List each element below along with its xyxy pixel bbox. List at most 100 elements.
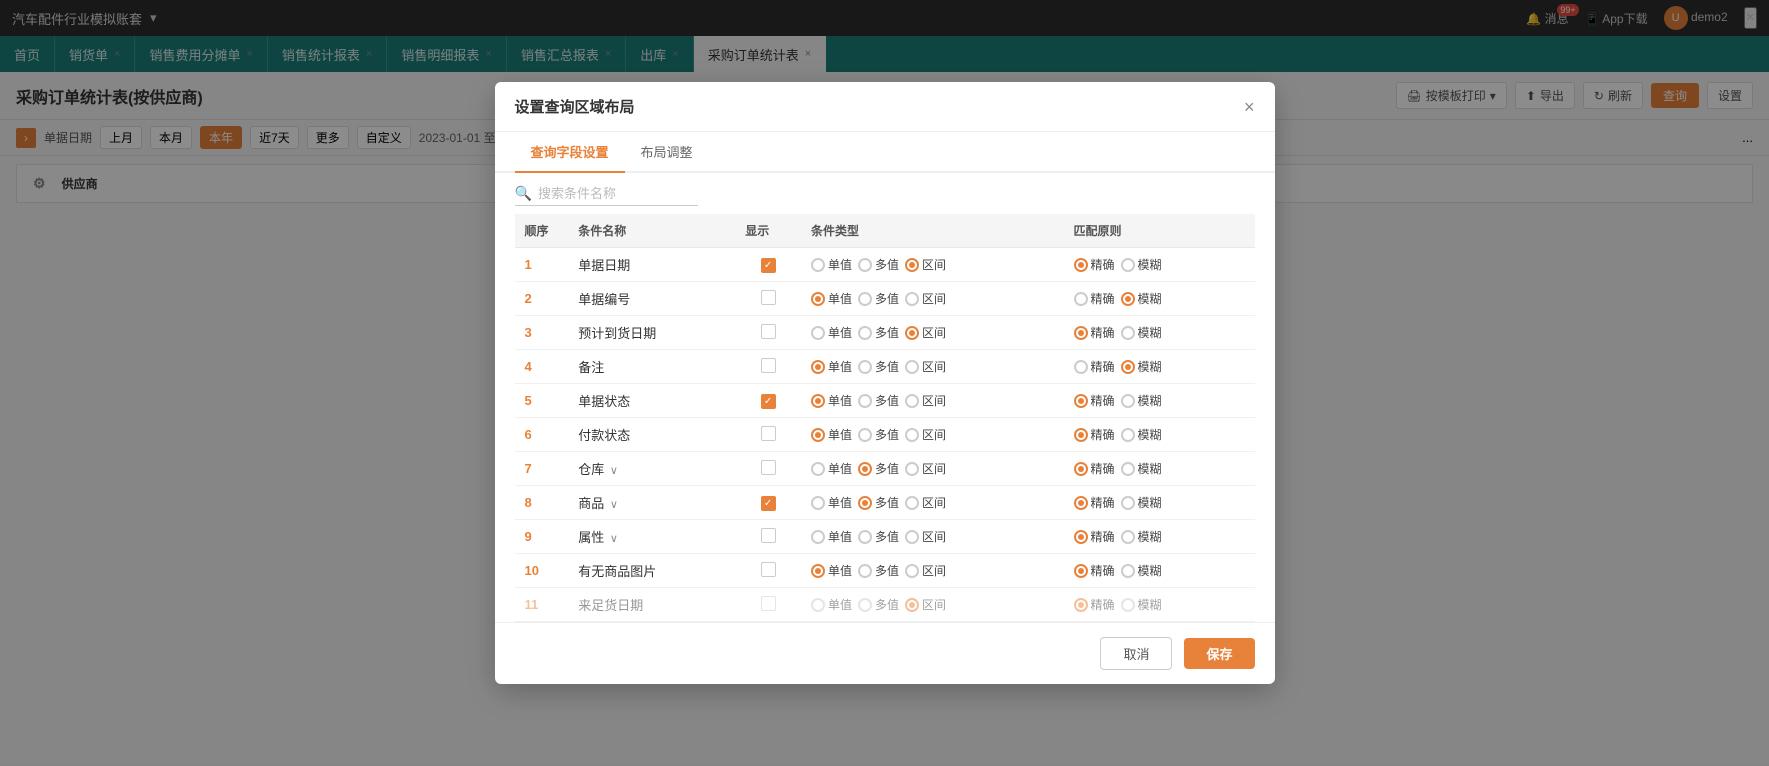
show-checkbox-6[interactable] <box>761 426 776 441</box>
radio-match_fuzzy-3[interactable]: 模糊 <box>1121 324 1162 341</box>
row-type-7: 单值多值区间 <box>801 452 1064 486</box>
radio-type_single-2[interactable]: 单值 <box>811 290 852 307</box>
radio-type_multi-1[interactable]: 多值 <box>858 256 899 273</box>
show-checkbox-9[interactable] <box>761 528 776 543</box>
radio-type_single-6[interactable]: 单值 <box>811 426 852 443</box>
show-checkbox-10[interactable] <box>761 562 776 577</box>
row-show-11[interactable] <box>735 588 801 622</box>
radio-type_range-11[interactable]: 区间 <box>905 596 946 613</box>
radio-type_range-10[interactable]: 区间 <box>905 562 946 579</box>
radio-type_multi-11[interactable]: 多值 <box>858 596 899 613</box>
radio-match_exact-7[interactable]: 精确 <box>1074 460 1115 477</box>
radio-type_multi-3[interactable]: 多值 <box>858 324 899 341</box>
row-show-9[interactable] <box>735 520 801 554</box>
row-show-2[interactable] <box>735 282 801 316</box>
tab-field-settings[interactable]: 查询字段设置 <box>515 132 625 173</box>
row-type-2: 单值多值区间 <box>801 282 1064 316</box>
dialog-tabs: 查询字段设置 布局调整 <box>495 132 1275 173</box>
row-show-3[interactable] <box>735 316 801 350</box>
radio-match_fuzzy-7[interactable]: 模糊 <box>1121 460 1162 477</box>
row-show-10[interactable] <box>735 554 801 588</box>
tab-layout-adjust[interactable]: 布局调整 <box>625 132 709 173</box>
radio-type_single-1[interactable]: 单值 <box>811 256 852 273</box>
row-show-7[interactable] <box>735 452 801 486</box>
row-order-3: 3 <box>515 316 569 350</box>
row-show-6[interactable] <box>735 418 801 452</box>
radio-circle-match_exact-4 <box>1074 360 1088 374</box>
radio-match_exact-2[interactable]: 精确 <box>1074 290 1115 307</box>
radio-match_exact-3[interactable]: 精确 <box>1074 324 1115 341</box>
radio-match_fuzzy-4[interactable]: 模糊 <box>1121 358 1162 375</box>
radio-circle-match_exact-9 <box>1074 530 1088 544</box>
show-checkbox-7[interactable] <box>761 460 776 475</box>
row-order-11: 11 <box>515 588 569 622</box>
radio-type_range-7[interactable]: 区间 <box>905 460 946 477</box>
radio-match_fuzzy-9[interactable]: 模糊 <box>1121 528 1162 545</box>
radio-type_multi-7[interactable]: 多值 <box>858 460 899 477</box>
show-checkbox-11[interactable] <box>761 596 776 611</box>
radio-match_fuzzy-2[interactable]: 模糊 <box>1121 290 1162 307</box>
save-button[interactable]: 保存 <box>1184 638 1254 669</box>
radio-match_exact-8[interactable]: 精确 <box>1074 494 1115 511</box>
dialog-footer: 取消 保存 <box>495 622 1275 684</box>
radio-type_multi-8[interactable]: 多值 <box>858 494 899 511</box>
radio-type_single-11[interactable]: 单值 <box>811 596 852 613</box>
radio-type_single-10[interactable]: 单值 <box>811 562 852 579</box>
radio-match_fuzzy-6[interactable]: 模糊 <box>1121 426 1162 443</box>
show-checkbox-3[interactable] <box>761 324 776 339</box>
dialog-close-button[interactable]: × <box>1244 98 1255 116</box>
radio-type_single-4[interactable]: 单值 <box>811 358 852 375</box>
radio-type_range-5[interactable]: 区间 <box>905 392 946 409</box>
row-show-5[interactable] <box>735 384 801 418</box>
radio-type_single-7[interactable]: 单值 <box>811 460 852 477</box>
radio-match_fuzzy-1[interactable]: 模糊 <box>1121 256 1162 273</box>
radio-type_range-2[interactable]: 区间 <box>905 290 946 307</box>
radio-type_multi-9[interactable]: 多值 <box>858 528 899 545</box>
radio-type_range-1[interactable]: 区间 <box>905 256 946 273</box>
radio-type_range-6[interactable]: 区间 <box>905 426 946 443</box>
radio-match_exact-4[interactable]: 精确 <box>1074 358 1115 375</box>
show-checkbox-4[interactable] <box>761 358 776 373</box>
row-name-8: 商品 ∨ <box>568 486 735 520</box>
radio-type_multi-4[interactable]: 多值 <box>858 358 899 375</box>
radio-match_exact-5[interactable]: 精确 <box>1074 392 1115 409</box>
table-row: 2单据编号单值多值区间精确模糊 <box>515 282 1255 316</box>
cancel-button[interactable]: 取消 <box>1100 637 1172 670</box>
expand-icon[interactable]: ∨ <box>610 533 618 545</box>
row-show-8[interactable] <box>735 486 801 520</box>
radio-match_exact-1[interactable]: 精确 <box>1074 256 1115 273</box>
radio-type_single-5[interactable]: 单值 <box>811 392 852 409</box>
radio-circle-type_range-4 <box>905 360 919 374</box>
search-input[interactable] <box>538 186 698 201</box>
radio-type_range-3[interactable]: 区间 <box>905 324 946 341</box>
row-show-1[interactable] <box>735 248 801 282</box>
radio-match_fuzzy-8[interactable]: 模糊 <box>1121 494 1162 511</box>
radio-type_single-9[interactable]: 单值 <box>811 528 852 545</box>
radio-type_multi-10[interactable]: 多值 <box>858 562 899 579</box>
radio-type_single-3[interactable]: 单值 <box>811 324 852 341</box>
radio-type_single-8[interactable]: 单值 <box>811 494 852 511</box>
radio-type_range-4[interactable]: 区间 <box>905 358 946 375</box>
radio-match_fuzzy-10[interactable]: 模糊 <box>1121 562 1162 579</box>
radio-match_fuzzy-5[interactable]: 模糊 <box>1121 392 1162 409</box>
expand-icon[interactable]: ∨ <box>610 499 618 511</box>
dialog-header: 设置查询区域布局 × <box>495 82 1275 132</box>
show-checkbox-1[interactable] <box>761 258 776 273</box>
show-checkbox-5[interactable] <box>761 394 776 409</box>
radio-type_multi-6[interactable]: 多值 <box>858 426 899 443</box>
radio-type_range-9[interactable]: 区间 <box>905 528 946 545</box>
radio-match_exact-11[interactable]: 精确 <box>1074 596 1115 613</box>
table-row: 5单据状态单值多值区间精确模糊 <box>515 384 1255 418</box>
row-order-6: 6 <box>515 418 569 452</box>
radio-match_exact-10[interactable]: 精确 <box>1074 562 1115 579</box>
radio-match_exact-6[interactable]: 精确 <box>1074 426 1115 443</box>
radio-match_fuzzy-11[interactable]: 模糊 <box>1121 596 1162 613</box>
radio-type_multi-5[interactable]: 多值 <box>858 392 899 409</box>
radio-type_multi-2[interactable]: 多值 <box>858 290 899 307</box>
show-checkbox-8[interactable] <box>761 496 776 511</box>
radio-type_range-8[interactable]: 区间 <box>905 494 946 511</box>
radio-match_exact-9[interactable]: 精确 <box>1074 528 1115 545</box>
expand-icon[interactable]: ∨ <box>610 465 618 477</box>
show-checkbox-2[interactable] <box>761 290 776 305</box>
row-show-4[interactable] <box>735 350 801 384</box>
